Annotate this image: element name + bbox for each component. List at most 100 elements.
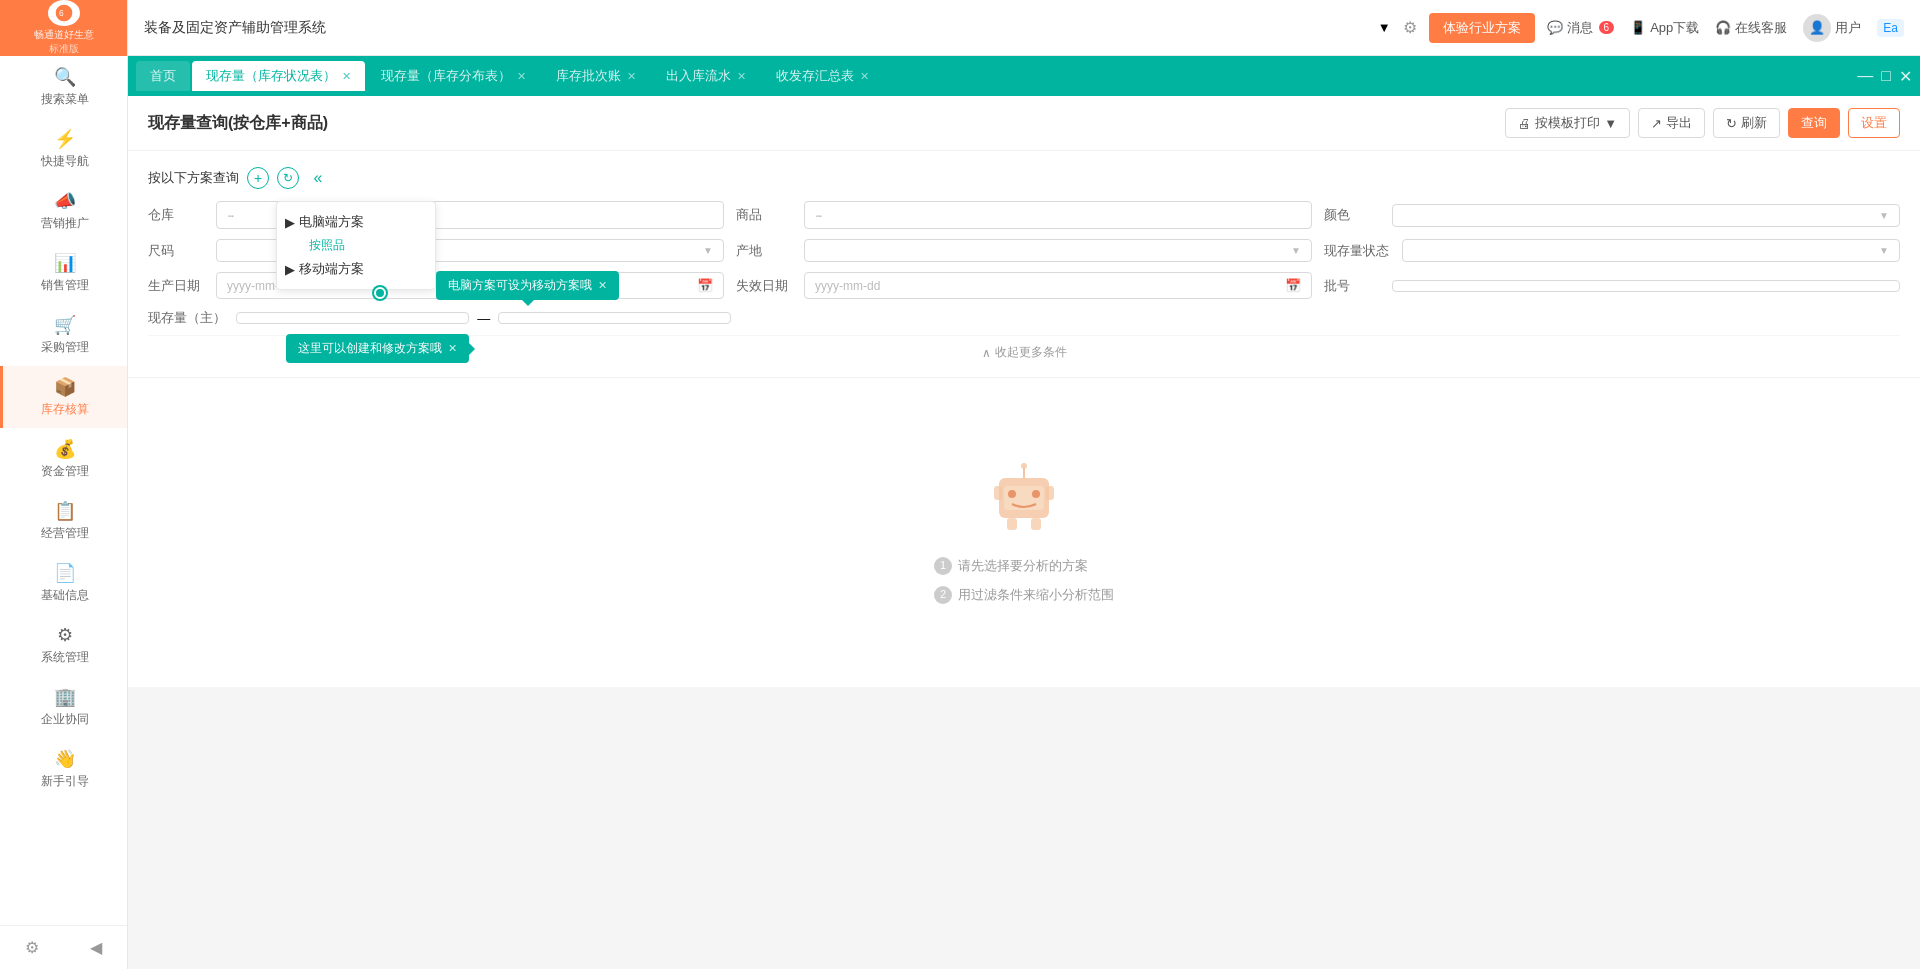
warehouse-more-icon: ··· [227, 207, 233, 223]
empty-state: 1 请先选择要分析的方案 2 用过滤条件来缩小分析范围 [128, 378, 1920, 687]
tab-in-out[interactable]: 出入库流水 ✕ [652, 61, 760, 91]
expand-icon: ▶ [285, 215, 295, 230]
tab-close-icon-5[interactable]: ✕ [860, 70, 869, 83]
tab-close-icon[interactable]: ✕ [342, 70, 351, 83]
scheme-desktop[interactable]: ▶ 电脑端方案 [285, 210, 427, 234]
sidebar-item-finance[interactable]: 💰 资金管理 [0, 428, 127, 490]
expire-date-placeholder: yyyy-mm-dd [815, 279, 1277, 293]
sidebar-item-purchase[interactable]: 🛒 采购管理 [0, 304, 127, 366]
size-field: 尺码 ▼ [148, 239, 724, 262]
user-avatar: 👤 [1803, 14, 1831, 42]
tooltip-scheme: 电脑方案可设为移动方案哦 ✕ [436, 271, 619, 300]
export-icon: ↗ [1651, 116, 1662, 131]
print-icon: 🖨 [1518, 116, 1531, 131]
settings-icon[interactable]: ⚙ [1403, 18, 1417, 37]
title-chevron: ▼ [1378, 20, 1391, 35]
tab-recv-summary[interactable]: 收发存汇总表 ✕ [762, 61, 883, 91]
settings-filter-button[interactable]: 设置 [1848, 108, 1900, 138]
sidebar-item-newbie[interactable]: 👋 新手引导 [0, 738, 127, 800]
refresh-button[interactable]: ↻ 刷新 [1713, 108, 1780, 138]
tab-bar: 首页 现存量（库存状况表） ✕ 现存量（库存分布表） ✕ 库存批次账 ✕ 出入库… [128, 56, 1920, 96]
sidebar-item-operation[interactable]: 📋 经营管理 [0, 490, 127, 552]
sidebar-item-label: 经营管理 [41, 525, 89, 542]
sidebar-item-system[interactable]: ⚙ 系统管理 [0, 614, 127, 676]
tab-batch-ledger[interactable]: 库存批次账 ✕ [542, 61, 650, 91]
refresh-icon: ↻ [1726, 116, 1737, 131]
color-field: 颜色 ▼ [1324, 201, 1900, 229]
stock-status-dropdown-icon: ▼ [1879, 245, 1889, 256]
tooltip-close-2[interactable]: ✕ [448, 342, 457, 355]
print-button[interactable]: 🖨 按模板打印 ▼ [1505, 108, 1630, 138]
sidebar-item-guide[interactable]: ⚡ 快捷导航 [0, 118, 127, 180]
sidebar: 6 畅通道好生意 标准版 🔍 搜索菜单 ⚡ 快捷导航 📣 营销推广 📊 销售管理… [0, 0, 128, 969]
sidebar-item-marketing[interactable]: 📣 营销推广 [0, 180, 127, 242]
sales-icon: 📊 [54, 252, 76, 274]
tab-minimize-icon[interactable]: — [1857, 67, 1873, 85]
tab-close-icon-2[interactable]: ✕ [517, 70, 526, 83]
content-actions: 🖨 按模板打印 ▼ ↗ 导出 ↻ 刷新 查询 设置 [1505, 108, 1900, 150]
collapse-label: 收起更多条件 [995, 344, 1067, 361]
batch-no-input[interactable] [1392, 280, 1900, 292]
sidebar-item-enterprise[interactable]: 🏢 企业协同 [0, 676, 127, 738]
sidebar-item-sales[interactable]: 📊 销售管理 [0, 242, 127, 304]
empty-step-2: 用过滤条件来缩小分析范围 [958, 583, 1114, 606]
tab-home[interactable]: 首页 [136, 61, 190, 91]
content-header: 现存量查询(按仓库+商品) 🖨 按模板打印 ▼ ↗ 导出 ↻ 刷新 查询 [128, 96, 1920, 151]
goods-input[interactable]: ··· [804, 201, 1312, 229]
header-actions: 💬 消息 6 📱 App下载 🎧 在线客服 👤 用户 Ea [1547, 14, 1904, 42]
tab-close-icon-4[interactable]: ✕ [737, 70, 746, 83]
search-icon: 🔍 [54, 66, 76, 88]
stock-qty-max-input[interactable] [498, 312, 731, 324]
stock-qty-field: 现存量（主） — [148, 309, 731, 327]
sidebar-item-label: 快捷导航 [41, 153, 89, 170]
scheme-mobile[interactable]: ▶ 移动端方案 [285, 257, 427, 281]
query-label: 查询 [1801, 114, 1827, 132]
export-button[interactable]: ↗ 导出 [1638, 108, 1705, 138]
collapse-sidebar-icon[interactable]: ◀ [90, 938, 102, 957]
sidebar-item-label: 营销推广 [41, 215, 89, 232]
query-button[interactable]: 查询 [1788, 108, 1840, 138]
collapse-button[interactable]: ∧ 收起更多条件 [982, 344, 1067, 361]
base-icon: 📄 [54, 562, 76, 584]
expire-date-label: 失效日期 [736, 277, 796, 295]
filter-add-button[interactable]: + [247, 167, 269, 189]
filter-refresh-button[interactable]: ↻ [277, 167, 299, 189]
sidebar-item-label: 搜索菜单 [41, 91, 89, 108]
sidebar-item-base[interactable]: 📄 基础信息 [0, 552, 127, 614]
stock-status-input[interactable]: ▼ [1402, 239, 1900, 262]
filter-back-button[interactable]: « [307, 167, 329, 189]
batch-no-label: 批号 [1324, 277, 1384, 295]
sidebar-item-label: 系统管理 [41, 649, 89, 666]
system-title: 装备及固定资产辅助管理系统 [144, 19, 1366, 37]
tab-maximize-icon[interactable]: □ [1881, 67, 1891, 85]
expire-date-input[interactable]: yyyy-mm-dd 📅 [804, 272, 1312, 299]
settings-bottom-icon[interactable]: ⚙ [25, 938, 39, 957]
tab-close-all-icon[interactable]: ✕ [1899, 67, 1912, 86]
filter-header: 按以下方案查询 + ↻ « ▶ 电脑端方案 按照品 ▶ 移 [148, 167, 1900, 189]
tab-inventory-dist[interactable]: 现存量（库存分布表） ✕ [367, 61, 540, 91]
tooltip-close-1[interactable]: ✕ [598, 279, 607, 292]
trial-button[interactable]: 体验行业方案 [1429, 13, 1535, 43]
stock-qty-min-input[interactable] [236, 312, 469, 324]
user-action[interactable]: 👤 用户 [1803, 14, 1861, 42]
scheme-mobile-label: 移动端方案 [299, 260, 364, 278]
operation-icon: 📋 [54, 500, 76, 522]
tab-close-icon-3[interactable]: ✕ [627, 70, 636, 83]
expand-icon-2: ▶ [285, 262, 295, 277]
tab-inventory-status[interactable]: 现存量（库存状况表） ✕ [192, 61, 365, 91]
step-2-badge: 2 [934, 586, 952, 604]
expire-calendar-icon: 📅 [1285, 278, 1301, 293]
origin-input[interactable]: ▼ [804, 239, 1312, 262]
app-download-action[interactable]: 📱 App下载 [1630, 19, 1699, 37]
size-label: 尺码 [148, 242, 208, 260]
sidebar-item-inventory[interactable]: 📦 库存核算 [0, 366, 127, 428]
online-service-action[interactable]: 🎧 在线客服 [1715, 19, 1787, 37]
message-action[interactable]: 💬 消息 6 [1547, 19, 1615, 37]
scheme-sub-item[interactable]: 按照品 [285, 234, 427, 257]
user-label: 用户 [1835, 19, 1861, 37]
color-input[interactable]: ▼ [1392, 204, 1900, 227]
marketing-icon: 📣 [54, 190, 76, 212]
refresh-label: 刷新 [1741, 114, 1767, 132]
color-dropdown-icon: ▼ [1879, 210, 1889, 221]
sidebar-item-search[interactable]: 🔍 搜索菜单 [0, 56, 127, 118]
